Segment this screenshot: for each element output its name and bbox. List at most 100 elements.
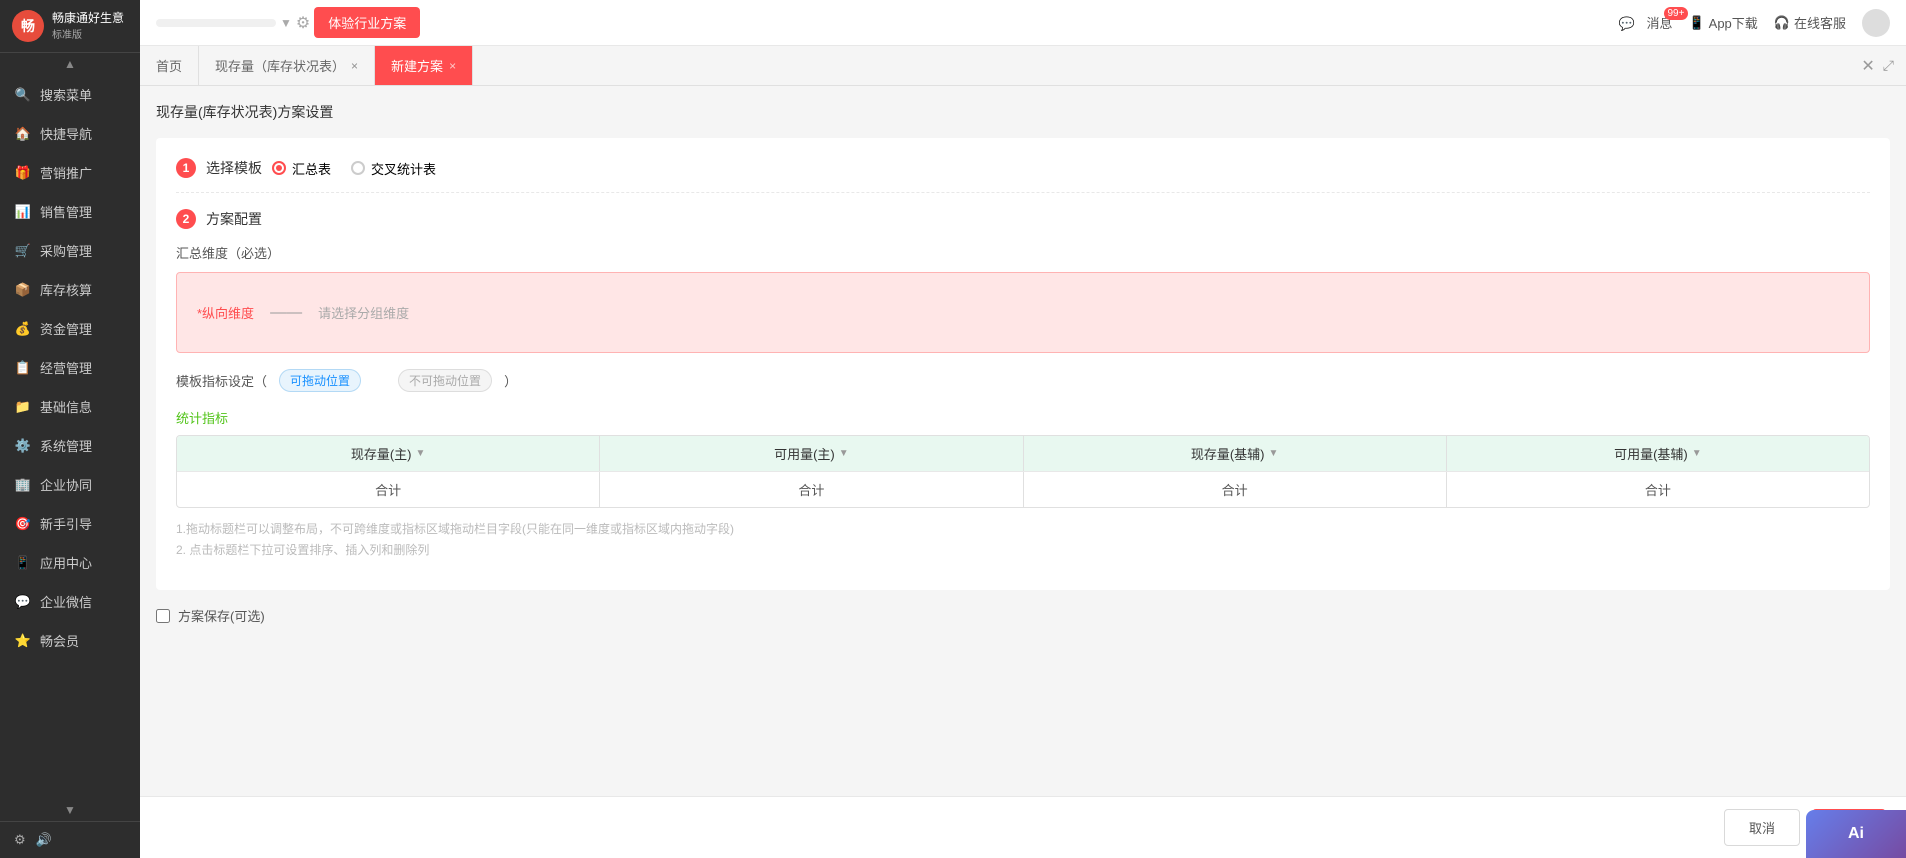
step1-label: 1 选择模板 汇总表 交叉统计表 xyxy=(176,158,1870,178)
col2-dropdown[interactable]: 可用量(主) ▼ xyxy=(774,444,849,463)
save-label: 方案保存(可选) xyxy=(178,606,265,625)
indicator-suffix: ） xyxy=(504,371,517,390)
tab-new-plan[interactable]: 新建方案 × xyxy=(375,46,473,85)
content-area: 现存量(库存状况表)方案设置 1 选择模板 汇总表 交叉统计表 xyxy=(140,86,1906,796)
stats-label: 统计指标 xyxy=(176,408,1870,427)
messages-button[interactable]: 💬 99+ 消息 xyxy=(1619,13,1673,32)
tab-inventory[interactable]: 现存量（库存状况表） × xyxy=(199,46,375,85)
chip-draggable: 可拖动位置 xyxy=(279,369,361,392)
settings-icon[interactable]: ⚙ xyxy=(14,832,26,848)
radio-summary[interactable]: 汇总表 xyxy=(272,159,331,178)
col3-header[interactable]: 现存量(基辅) ▼ xyxy=(1024,436,1447,471)
sidebar-item-member[interactable]: ⭐ 畅会员 xyxy=(0,621,140,660)
radio-cross[interactable]: 交叉统计表 xyxy=(351,159,436,178)
topbar-gear-icon[interactable]: ⚙ xyxy=(296,13,310,33)
col1-body: 合计 xyxy=(177,472,600,507)
stats-table: 现存量(主) ▼ 可用量(主) ▼ 现存量(基辅 xyxy=(176,435,1870,508)
sidebar-scroll-down[interactable]: ▼ xyxy=(0,799,140,821)
star-icon: ⭐ xyxy=(14,633,32,649)
building-icon: 🏢 xyxy=(14,477,32,493)
sidebar-item-newuser[interactable]: 🎯 新手引导 xyxy=(0,504,140,543)
step2-title: 方案配置 xyxy=(206,209,262,229)
topbar-chevron-icon[interactable]: ▼ xyxy=(280,16,292,30)
sidebar-scroll-up[interactable]: ▲ xyxy=(0,53,140,75)
col1-header[interactable]: 现存量(主) ▼ xyxy=(177,436,600,471)
tabs-right-actions: ✕ ⤢ xyxy=(1861,56,1906,76)
save-row: 方案保存(可选) xyxy=(156,606,1890,625)
radio-summary-circle xyxy=(272,161,286,175)
gift-icon: 🎁 xyxy=(14,165,32,181)
sidebar-item-weixin[interactable]: 💬 企业微信 xyxy=(0,582,140,621)
stats-table-header: 现存量(主) ▼ 可用量(主) ▼ 现存量(基辅 xyxy=(177,436,1869,471)
message-icon: 💬 xyxy=(1619,16,1635,31)
tips-section: 1.拖动标题栏可以调整布局，不可跨维度或指标区域拖动栏目字段(只能在同一维度或指… xyxy=(176,520,1870,558)
col3-body: 合计 xyxy=(1024,472,1447,507)
col2-body: 合计 xyxy=(600,472,1023,507)
indicator-label: 模板指标设定（ xyxy=(176,371,267,390)
col1-dropdown-icon: ▼ xyxy=(416,448,426,459)
col4-dropdown-icon: ▼ xyxy=(1692,448,1702,459)
template-radio-group: 汇总表 交叉统计表 xyxy=(272,159,436,178)
col3-dropdown[interactable]: 现存量(基辅) ▼ xyxy=(1191,444,1279,463)
online-service-button[interactable]: 🎧 在线客服 xyxy=(1774,13,1846,32)
sidebar-item-search[interactable]: 🔍 搜索菜单 xyxy=(0,75,140,114)
col4-dropdown[interactable]: 可用量(基辅) ▼ xyxy=(1614,444,1702,463)
step2-number: 2 xyxy=(176,209,196,229)
sidebar-item-finance[interactable]: 💰 资金管理 xyxy=(0,309,140,348)
col1-dropdown[interactable]: 现存量(主) ▼ xyxy=(351,444,426,463)
box-icon: 📦 xyxy=(14,282,32,298)
sidebar-item-operation[interactable]: 📋 经营管理 xyxy=(0,348,140,387)
ai-float-button[interactable]: Ai xyxy=(1806,810,1906,858)
cart-icon: 🛒 xyxy=(14,243,32,259)
cancel-button[interactable]: 取消 xyxy=(1724,809,1800,846)
sidebar-logo: 畅 畅康通好生意 标准版 xyxy=(0,0,140,53)
radio-cross-circle xyxy=(351,161,365,175)
sidebar-item-appcenter[interactable]: 📱 应用中心 xyxy=(0,543,140,582)
money-icon: 💰 xyxy=(14,321,32,337)
phone-icon: 📱 xyxy=(1688,15,1704,31)
dimension-placeholder: 请选择分组维度 xyxy=(318,303,409,322)
topbar-left: ▼ ⚙ 体验行业方案 xyxy=(156,7,1607,38)
home-icon: 🏠 xyxy=(14,126,32,142)
dimension-box[interactable]: *纵向维度 —— 请选择分组维度 xyxy=(176,272,1870,353)
sidebar-item-inventory[interactable]: 📦 库存核算 xyxy=(0,270,140,309)
save-checkbox[interactable] xyxy=(156,609,170,623)
topbar-search[interactable] xyxy=(156,19,276,27)
mobile-icon: 📱 xyxy=(14,555,32,571)
dimension-section-label: 汇总维度（必选） xyxy=(176,243,1870,262)
logo-text: 畅康通好生意 标准版 xyxy=(52,11,124,42)
volume-icon[interactable]: 🔊 xyxy=(36,832,52,848)
sidebar-item-marketing[interactable]: 🎁 营销推广 xyxy=(0,153,140,192)
inventory-tab-label: 现存量（库存状况表） xyxy=(215,56,345,75)
user-avatar[interactable] xyxy=(1862,9,1890,37)
radio-summary-label: 汇总表 xyxy=(292,159,331,178)
tab-home[interactable]: 首页 xyxy=(140,46,199,85)
app-download-button[interactable]: 📱 App下载 xyxy=(1688,13,1757,32)
sidebar-item-shortcut[interactable]: 🏠 快捷导航 xyxy=(0,114,140,153)
tabs-expand-button[interactable]: ⤢ xyxy=(1883,57,1894,74)
col4-body: 合计 xyxy=(1447,472,1869,507)
sidebar-item-sales[interactable]: 📊 销售管理 xyxy=(0,192,140,231)
chat-icon: 💬 xyxy=(14,594,32,610)
tabs-close-button[interactable]: ✕ xyxy=(1861,56,1874,76)
sidebar-item-basic[interactable]: 📁 基础信息 xyxy=(0,387,140,426)
indicator-separator xyxy=(373,371,386,390)
col2-dropdown-icon: ▼ xyxy=(839,448,849,459)
sidebar-item-purchase[interactable]: 🛒 采购管理 xyxy=(0,231,140,270)
sidebar-item-system[interactable]: ⚙️ 系统管理 xyxy=(0,426,140,465)
sidebar-item-enterprise[interactable]: 🏢 企业协同 xyxy=(0,465,140,504)
step1-title: 选择模板 xyxy=(206,158,262,178)
inventory-tab-close-icon[interactable]: × xyxy=(351,59,358,73)
folder-icon: 📁 xyxy=(14,399,32,415)
gear-icon: ⚙️ xyxy=(14,438,32,454)
sidebar: 畅 畅康通好生意 标准版 ▲ 🔍 搜索菜单 🏠 快捷导航 🎁 营销推广 📊 销售… xyxy=(0,0,140,858)
step2-label: 2 方案配置 xyxy=(176,209,1870,229)
ai-label: Ai xyxy=(1848,825,1864,843)
col4-header[interactable]: 可用量(基辅) ▼ xyxy=(1447,436,1869,471)
col3-dropdown-icon: ▼ xyxy=(1269,448,1279,459)
industry-button[interactable]: 体验行业方案 xyxy=(314,7,420,38)
dimension-required-label: *纵向维度 xyxy=(197,303,254,322)
col2-header[interactable]: 可用量(主) ▼ xyxy=(600,436,1023,471)
tip2: 2. 点击标题栏下拉可设置排序、插入列和删除列 xyxy=(176,541,1870,558)
new-plan-tab-close-icon[interactable]: × xyxy=(449,59,456,73)
